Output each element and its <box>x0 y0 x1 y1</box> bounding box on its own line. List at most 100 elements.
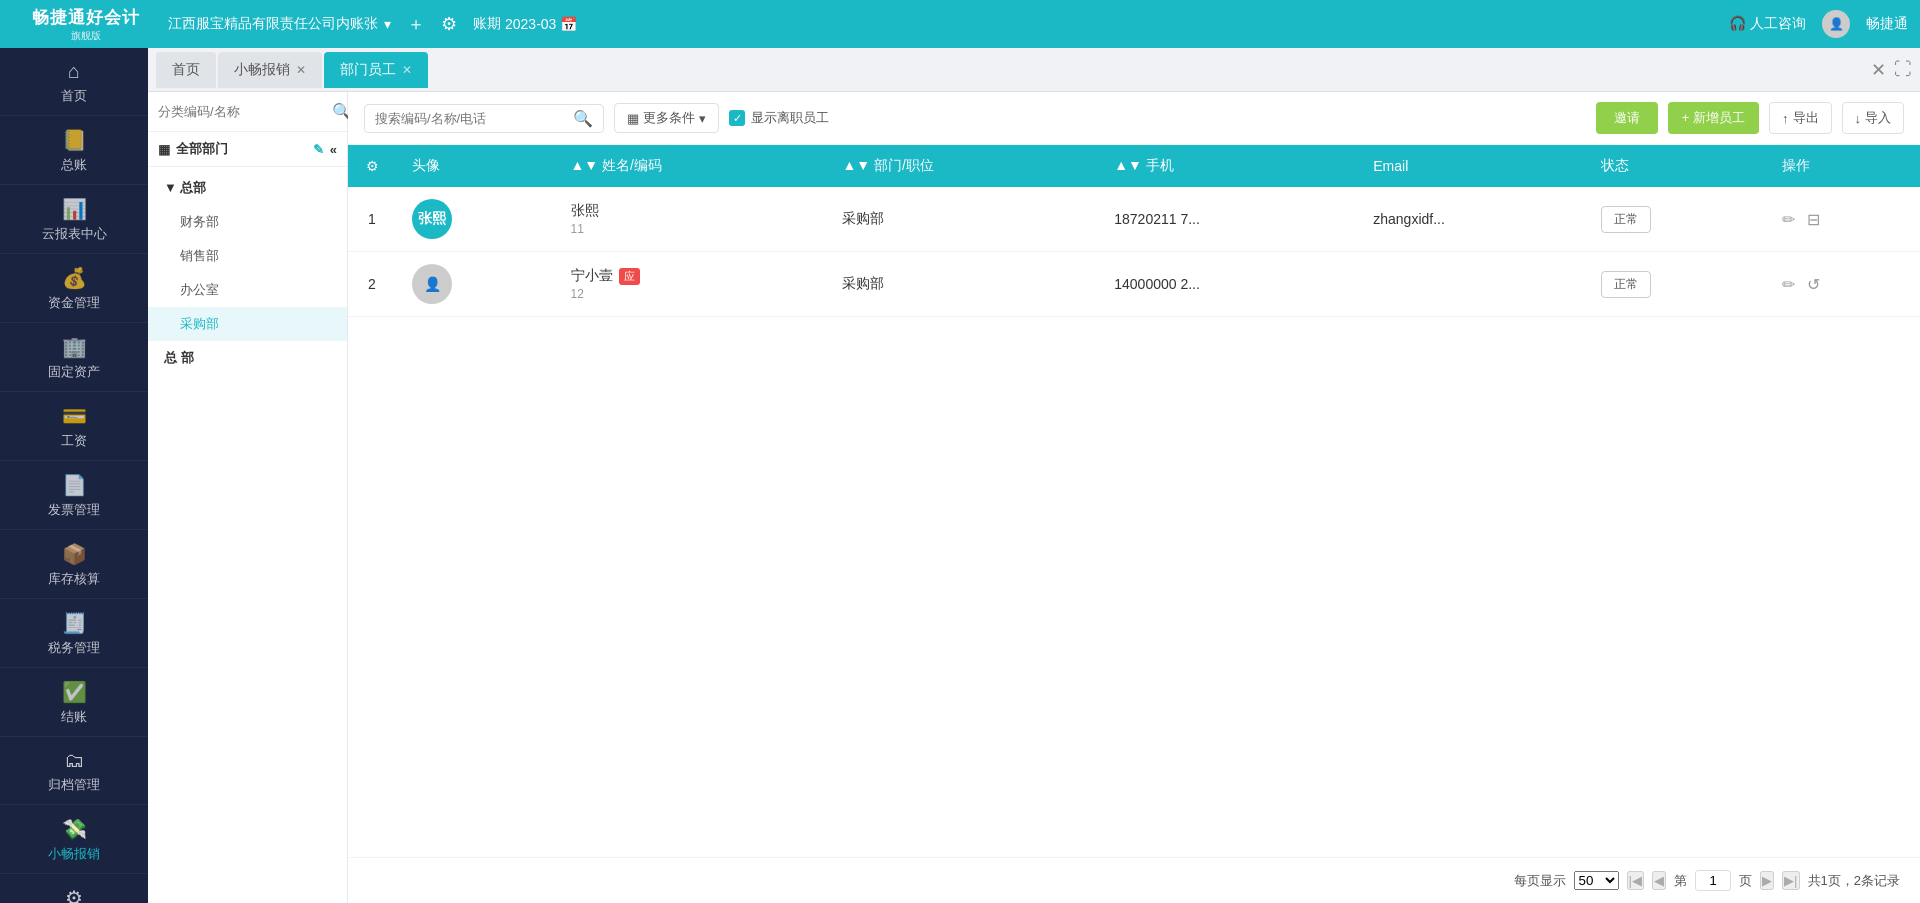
sidebar-item-funds[interactable]: 💰 资金管理 <box>0 254 148 323</box>
show-inactive-label: 显示离职员工 <box>751 109 829 127</box>
sidebar-item-label: 首页 <box>61 87 87 105</box>
dept-item-hq2[interactable]: 总 部 <box>148 341 347 375</box>
dept-header: ▦ 全部部门 ✎ « <box>148 132 347 167</box>
sidebar-item-label: 总账 <box>61 156 87 174</box>
page-content: 🔍 ▦ 全部部门 ✎ « ▼ 总部 财务部 销售部 办公室 <box>148 92 1920 903</box>
tag-badge: 应 <box>619 268 640 285</box>
tab-expense-label: 小畅报销 <box>234 61 290 79</box>
company-selector[interactable]: 江西服宝精品有限责任公司内账张 ▾ <box>168 15 391 33</box>
row-avatar: 👤 <box>396 252 555 317</box>
period-selector[interactable]: 账期 2023-03 📅 <box>473 15 577 33</box>
dept-item-sales[interactable]: 销售部 <box>148 239 347 273</box>
more-icon[interactable]: ⊟ <box>1807 210 1820 229</box>
sidebar-item-expense[interactable]: 💸 小畅报销 <box>0 805 148 874</box>
sidebar-item-settings[interactable]: ⚙ 基础设置 <box>0 874 148 903</box>
add-button[interactable]: ＋ <box>407 12 425 36</box>
pagination: 每页显示 50 10 20 100 |◀ ◀ 第 页 ▶ ▶| 共1页，2条记录 <box>348 857 1920 903</box>
invite-button[interactable]: 邀请 <box>1596 102 1658 134</box>
th-dept-position[interactable]: ▲▼ 部门/职位 <box>826 145 1098 187</box>
row-email: zhangxidf... <box>1357 187 1585 252</box>
sidebar-item-label: 资金管理 <box>48 294 100 312</box>
sidebar: ⌂ 首页 📒 总账 📊 云报表中心 💰 资金管理 🏢 固定资产 💳 工资 📄 发… <box>0 48 148 903</box>
search-input[interactable] <box>375 111 567 126</box>
tab-home[interactable]: 首页 <box>156 52 216 88</box>
last-page-button[interactable]: ▶| <box>1782 871 1799 890</box>
row-actions: ✏ ⊟ <box>1766 187 1920 252</box>
support-label[interactable]: 🎧 人工咨询 <box>1729 15 1806 33</box>
import-button[interactable]: ↓ 导入 <box>1842 102 1905 134</box>
dept-item-office[interactable]: 办公室 <box>148 273 347 307</box>
dept-item-finance[interactable]: 财务部 <box>148 205 347 239</box>
tab-expense-close[interactable]: ✕ <box>296 63 306 77</box>
collapse-icon[interactable]: « <box>330 142 337 157</box>
employee-name: 张熙 <box>571 202 599 220</box>
page-size-label: 每页显示 <box>1514 872 1566 890</box>
row-status: 正常 <box>1585 187 1766 252</box>
settings-icon[interactable]: ⚙ <box>441 13 457 35</box>
th-name-code[interactable]: ▲▼ 姓名/编码 <box>555 145 827 187</box>
row-phone: 14000000 2... <box>1098 252 1357 317</box>
edit-icon[interactable]: ✏ <box>1782 210 1795 229</box>
row-index: 1 <box>348 187 396 252</box>
period-value: 2023-03 <box>505 16 556 32</box>
close-tab-icon[interactable]: ✕ <box>1871 59 1886 81</box>
expense-icon: 💸 <box>62 817 87 841</box>
sidebar-item-payroll[interactable]: 💳 工资 <box>0 392 148 461</box>
page-label-prefix: 第 <box>1674 872 1687 890</box>
page-input[interactable] <box>1695 870 1731 891</box>
th-settings[interactable]: ⚙ <box>348 145 396 187</box>
all-dept-label[interactable]: 全部部门 <box>176 140 228 158</box>
sidebar-item-archive[interactable]: 🗂 归档管理 <box>0 737 148 805</box>
show-inactive-toggle[interactable]: ✓ 显示离职员工 <box>729 109 829 127</box>
sidebar-item-home[interactable]: ⌂ 首页 <box>0 48 148 116</box>
sidebar-item-assets[interactable]: 🏢 固定资产 <box>0 323 148 392</box>
sidebar-item-inventory[interactable]: 📦 库存核算 <box>0 530 148 599</box>
sidebar-item-ledger[interactable]: 📒 总账 <box>0 116 148 185</box>
logo-sub: 旗舰版 <box>71 29 101 43</box>
sidebar-item-reports[interactable]: 📊 云报表中心 <box>0 185 148 254</box>
sidebar-item-tax[interactable]: 🧾 税务管理 <box>0 599 148 668</box>
maximize-icon[interactable]: ⛶ <box>1894 59 1912 81</box>
employee-code: 11 <box>571 222 811 236</box>
row-dept: 采购部 <box>826 187 1098 252</box>
total-label: 共1页，2条记录 <box>1808 872 1900 890</box>
dept-item-purchase[interactable]: 采购部 <box>148 307 347 341</box>
edit-dept-icon[interactable]: ✎ <box>313 142 324 157</box>
filter-button[interactable]: ▦ 更多条件 ▾ <box>614 103 719 133</box>
archive-icon: 🗂 <box>64 749 84 772</box>
prev-page-button[interactable]: ◀ <box>1652 871 1666 890</box>
dept-item-hq[interactable]: ▼ 总部 <box>148 171 347 205</box>
tab-expense[interactable]: 小畅报销 ✕ <box>218 52 322 88</box>
export-button[interactable]: ↑ 导出 <box>1769 102 1832 134</box>
dept-search-input[interactable] <box>158 104 326 119</box>
settings-nav-icon: ⚙ <box>65 886 83 903</box>
tab-dept-employee[interactable]: 部门员工 ✕ <box>324 52 428 88</box>
edit-icon[interactable]: ✏ <box>1782 275 1795 294</box>
row-phone: 18720211 7... <box>1098 187 1357 252</box>
add-employee-button[interactable]: + 新增员工 <box>1668 102 1759 134</box>
th-phone[interactable]: ▲▼ 手机 <box>1098 145 1357 187</box>
settle-icon: ✅ <box>62 680 87 704</box>
search-submit-icon[interactable]: 🔍 <box>573 109 593 128</box>
tab-dept-close[interactable]: ✕ <box>402 63 412 77</box>
main-layout: ⌂ 首页 📒 总账 📊 云报表中心 💰 资金管理 🏢 固定资产 💳 工资 📄 发… <box>0 48 1920 903</box>
sidebar-item-settle[interactable]: ✅ 结账 <box>0 668 148 737</box>
data-table: ⚙ 头像 ▲▼ 姓名/编码 ▲▼ 部门/职位 ▲▼ 手机 Email 状态 操作 <box>348 145 1920 857</box>
row-status: 正常 <box>1585 252 1766 317</box>
assets-icon: 🏢 <box>62 335 87 359</box>
sidebar-item-label: 工资 <box>61 432 87 450</box>
row-email <box>1357 252 1585 317</box>
row-name-code: 宁小壹 应 12 <box>555 252 827 317</box>
page-size-select[interactable]: 50 10 20 100 <box>1574 871 1619 890</box>
more-icon[interactable]: ↺ <box>1807 275 1820 294</box>
first-page-button[interactable]: |◀ <box>1627 871 1644 890</box>
search-box: 🔍 <box>364 104 604 133</box>
dept-tree: ▼ 总部 财务部 销售部 办公室 采购部 总 部 <box>148 167 347 903</box>
th-email: Email <box>1357 145 1585 187</box>
sidebar-item-label: 小畅报销 <box>48 845 100 863</box>
sidebar-item-invoice[interactable]: 📄 发票管理 <box>0 461 148 530</box>
checkbox-icon: ✓ <box>729 110 745 126</box>
header-actions: ＋ ⚙ 账期 2023-03 📅 <box>407 12 577 36</box>
dept-search-area: 🔍 <box>148 92 347 132</box>
next-page-button[interactable]: ▶ <box>1760 871 1774 890</box>
